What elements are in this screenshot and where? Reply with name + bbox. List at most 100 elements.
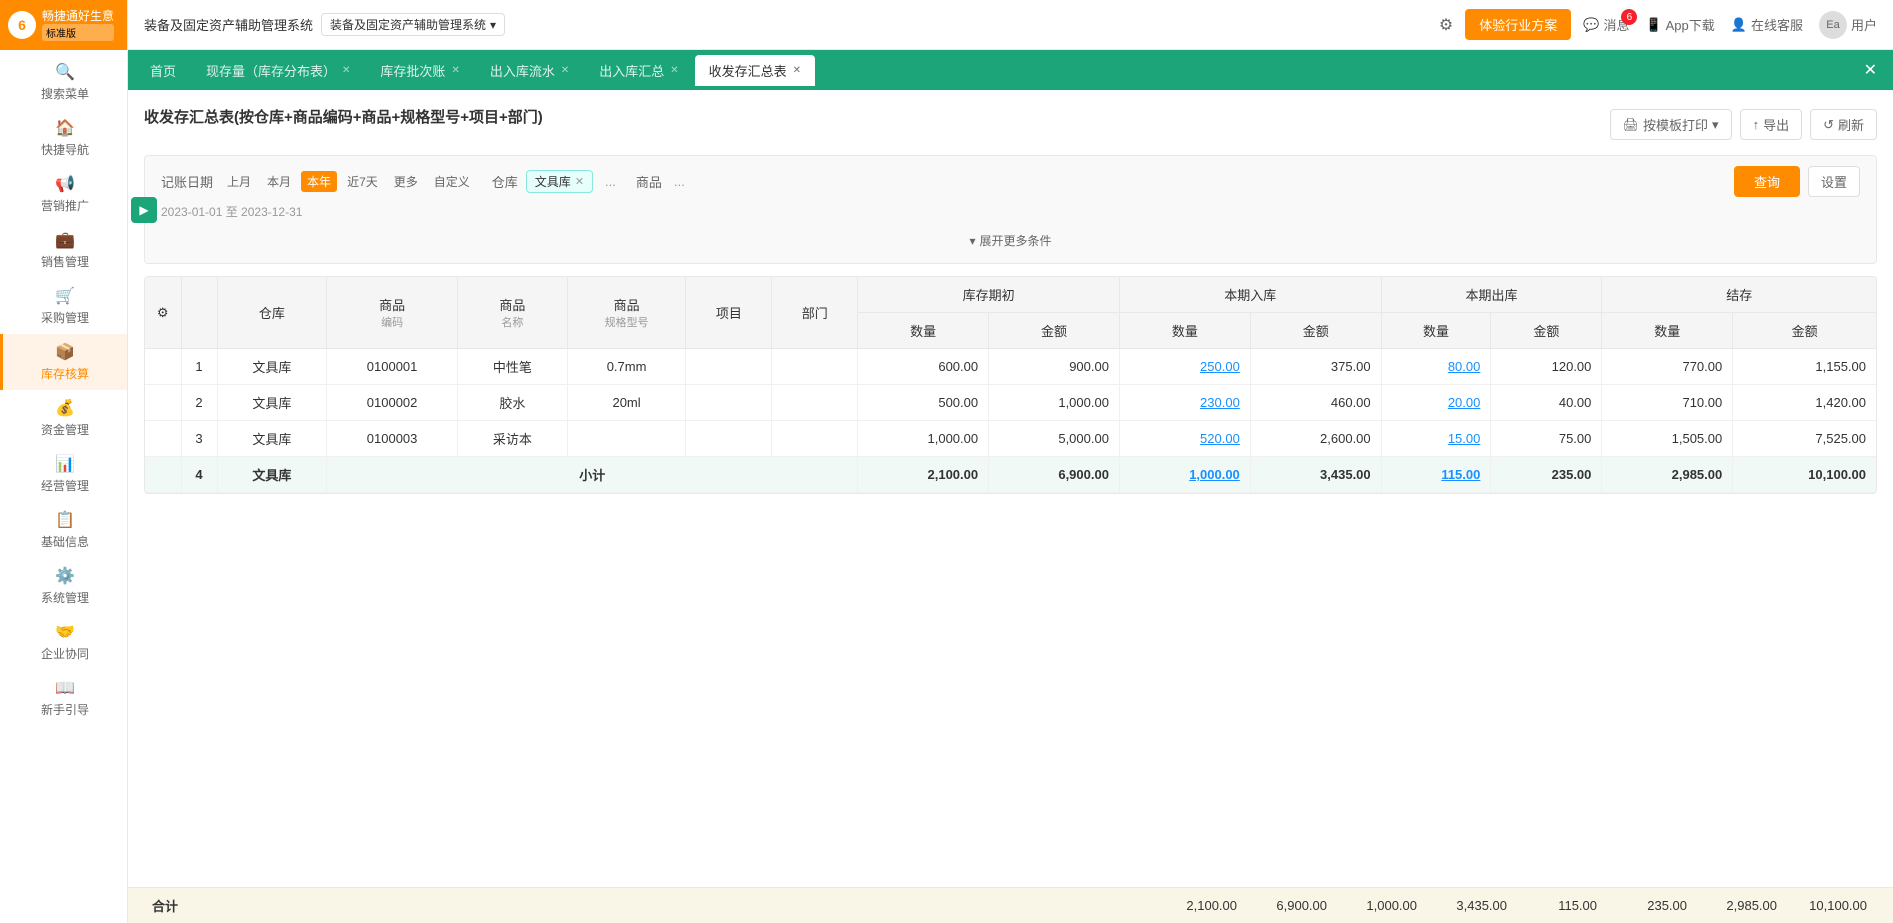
logo-badge: 标准版 (42, 24, 114, 41)
date-shortcut-this-year[interactable]: 本年 (301, 171, 337, 192)
date-shortcut-more[interactable]: 更多 (388, 171, 424, 192)
query-btn[interactable]: 查询 (1734, 166, 1800, 197)
tab-in-out-summary-label: 出入库汇总 (599, 61, 664, 80)
cell-in-qty[interactable]: 520.00 (1119, 421, 1250, 457)
sidebar-item-operations[interactable]: 📊 经营管理 (0, 446, 127, 502)
user-label: 用户 (1851, 15, 1877, 34)
th-row-num (181, 277, 217, 349)
operations-icon: 📊 (55, 454, 75, 474)
date-shortcut-prev-month[interactable]: 上月 (221, 171, 257, 192)
warehouse-filter-group: 仓库 文具库 ✕ ... (492, 170, 620, 193)
experience-btn[interactable]: 体验行业方案 (1465, 9, 1571, 40)
sidebar-item-label: 库存核算 (41, 365, 89, 382)
date-shortcut-this-month[interactable]: 本月 (261, 171, 297, 192)
sidebar-item-sales[interactable]: 💼 销售管理 (0, 222, 127, 278)
date-shortcut-7days[interactable]: 近7天 (341, 171, 384, 192)
tab-in-out-summary[interactable]: 出入库汇总 ✕ (585, 55, 692, 86)
cell-out-qty[interactable]: 20.00 (1381, 385, 1491, 421)
tab-batch-ledger[interactable]: 库存批次账 ✕ (366, 55, 473, 86)
table-row: 1 文具库 0100001 中性笔 0.7mm 600.00 900.00 25… (145, 349, 1876, 385)
tab-close-icon[interactable]: ✕ (561, 65, 569, 76)
cell-project (686, 349, 772, 385)
warehouse-tag-close-icon[interactable]: ✕ (575, 175, 584, 188)
sidebar-item-inventory[interactable]: 📦 库存核算 (0, 334, 127, 390)
settings-gear-icon[interactable]: ⚙ (157, 305, 169, 320)
home-icon: 🏠 (55, 118, 75, 138)
tab-close-icon[interactable]: ✕ (793, 65, 801, 76)
sidebar-item-system[interactable]: ⚙️ 系统管理 (0, 558, 127, 614)
table-row: 2 文具库 0100002 胶水 20ml 500.00 1,000.00 23… (145, 385, 1876, 421)
tab-in-out-flow[interactable]: 出入库流水 ✕ (476, 55, 583, 86)
date-shortcut-custom[interactable]: 自定义 (428, 171, 476, 192)
messages-action[interactable]: 💬 消息 6 (1583, 15, 1629, 34)
warehouse-more-btn[interactable]: ... (601, 174, 620, 189)
sidebar-item-label: 新手引导 (41, 701, 89, 718)
export-btn[interactable]: ↑ 导出 (1740, 109, 1803, 140)
tab-close-icon[interactable]: ✕ (342, 65, 350, 76)
cell-subtotal-num: 4 (181, 457, 217, 493)
user-action[interactable]: Ea 用户 (1819, 11, 1877, 39)
cell-in-amt: 2,600.00 (1250, 421, 1381, 457)
app-download-action[interactable]: 📱 App下载 (1645, 15, 1714, 34)
th-settings: ⚙ (145, 277, 181, 349)
th-in-amt: 金额 (1250, 313, 1381, 349)
cell-opening-amt: 1,000.00 (989, 385, 1120, 421)
tab-recv-send-summary[interactable]: 收发存汇总表 ✕ (695, 55, 815, 86)
sidebar-item-label: 系统管理 (41, 589, 89, 606)
tab-close-icon[interactable]: ✕ (451, 65, 459, 76)
th-balance-qty: 数量 (1602, 313, 1733, 349)
th-balance-amt: 金额 (1733, 313, 1876, 349)
sidebar-item-search[interactable]: 🔍 搜索菜单 (0, 54, 127, 110)
subtotal-row: 4 文具库 小计 2,100.00 6,900.00 1,000.00 3,43… (145, 457, 1876, 493)
sidebar-item-label: 经营管理 (41, 477, 89, 494)
online-service-action[interactable]: 👤 在线客服 (1731, 15, 1803, 34)
tab-close-icon[interactable]: ✕ (670, 65, 678, 76)
tab-home-label: 首页 (150, 61, 176, 80)
sidebar-item-purchase[interactable]: 🛒 采购管理 (0, 278, 127, 334)
cell-subtotal-in-qty[interactable]: 1,000.00 (1119, 457, 1250, 493)
finance-icon: 💰 (55, 398, 75, 418)
refresh-btn[interactable]: ↺ 刷新 (1810, 109, 1877, 140)
tab-bar-close-icon[interactable]: ✕ (1856, 60, 1885, 80)
cell-out-amt: 120.00 (1491, 349, 1602, 385)
sidebar-item-marketing[interactable]: 📢 营销推广 (0, 166, 127, 222)
print-template-btn[interactable]: 🖨 按模板打印 ▾ (1610, 109, 1732, 140)
page-title: 收发存汇总表(按仓库+商品编码+商品+规格型号+项目+部门) (144, 106, 543, 127)
sidebar-item-finance[interactable]: 💰 资金管理 (0, 390, 127, 446)
cell-in-qty[interactable]: 250.00 (1119, 349, 1250, 385)
cell-num: 3 (181, 421, 217, 457)
expand-more-btn[interactable]: ▾ 展开更多条件 (161, 228, 1860, 253)
dropdown-text: 装备及固定资产辅助管理系统 (330, 16, 486, 33)
settings-btn[interactable]: 设置 (1808, 166, 1860, 197)
sidebar-item-quick-nav[interactable]: 🏠 快捷导航 (0, 110, 127, 166)
sidebar-item-label: 搜索菜单 (41, 85, 89, 102)
main-content: 装备及固定资产辅助管理系统 装备及固定资产辅助管理系统 ▾ ⚙ 体验行业方案 💬… (128, 0, 1893, 923)
warehouse-tag[interactable]: 文具库 ✕ (526, 170, 593, 193)
gear-icon[interactable]: ⚙ (1439, 15, 1453, 35)
tab-home[interactable]: 首页 (136, 55, 190, 86)
th-department: 部门 (772, 277, 858, 349)
filter-toggle-btn[interactable]: ▶ (131, 197, 157, 223)
cell-goods-name: 采访本 (458, 421, 568, 457)
cell-subtotal-label: 小计 (327, 457, 858, 493)
system-title-text: 装备及固定资产辅助管理系统 (144, 15, 313, 34)
sidebar-item-base-info[interactable]: 📋 基础信息 (0, 502, 127, 558)
total-out-amt: 235.00 (1607, 898, 1697, 913)
sidebar-item-label: 营销推广 (41, 197, 89, 214)
sidebar-item-guide[interactable]: 📖 新手引导 (0, 670, 127, 726)
system-dropdown[interactable]: 装备及固定资产辅助管理系统 ▾ (321, 13, 505, 36)
cell-subtotal-out-qty[interactable]: 115.00 (1381, 457, 1491, 493)
cell-warehouse: 文具库 (217, 349, 327, 385)
cell-out-qty[interactable]: 80.00 (1381, 349, 1491, 385)
goods-more-btn[interactable]: ... (670, 174, 689, 189)
total-in-amt: 3,435.00 (1427, 898, 1517, 913)
cell-in-qty[interactable]: 230.00 (1119, 385, 1250, 421)
sidebar-item-enterprise[interactable]: 🤝 企业协同 (0, 614, 127, 670)
cell-balance-qty: 1,505.00 (1602, 421, 1733, 457)
total-opening-amt: 6,900.00 (1247, 898, 1337, 913)
tab-inventory-dist[interactable]: 现存量（库存分布表） ✕ (192, 55, 364, 86)
export-label: 导出 (1763, 115, 1789, 134)
sidebar-item-label: 企业协同 (41, 645, 89, 662)
cell-subtotal-balance-amt: 10,100.00 (1733, 457, 1876, 493)
cell-out-qty[interactable]: 15.00 (1381, 421, 1491, 457)
